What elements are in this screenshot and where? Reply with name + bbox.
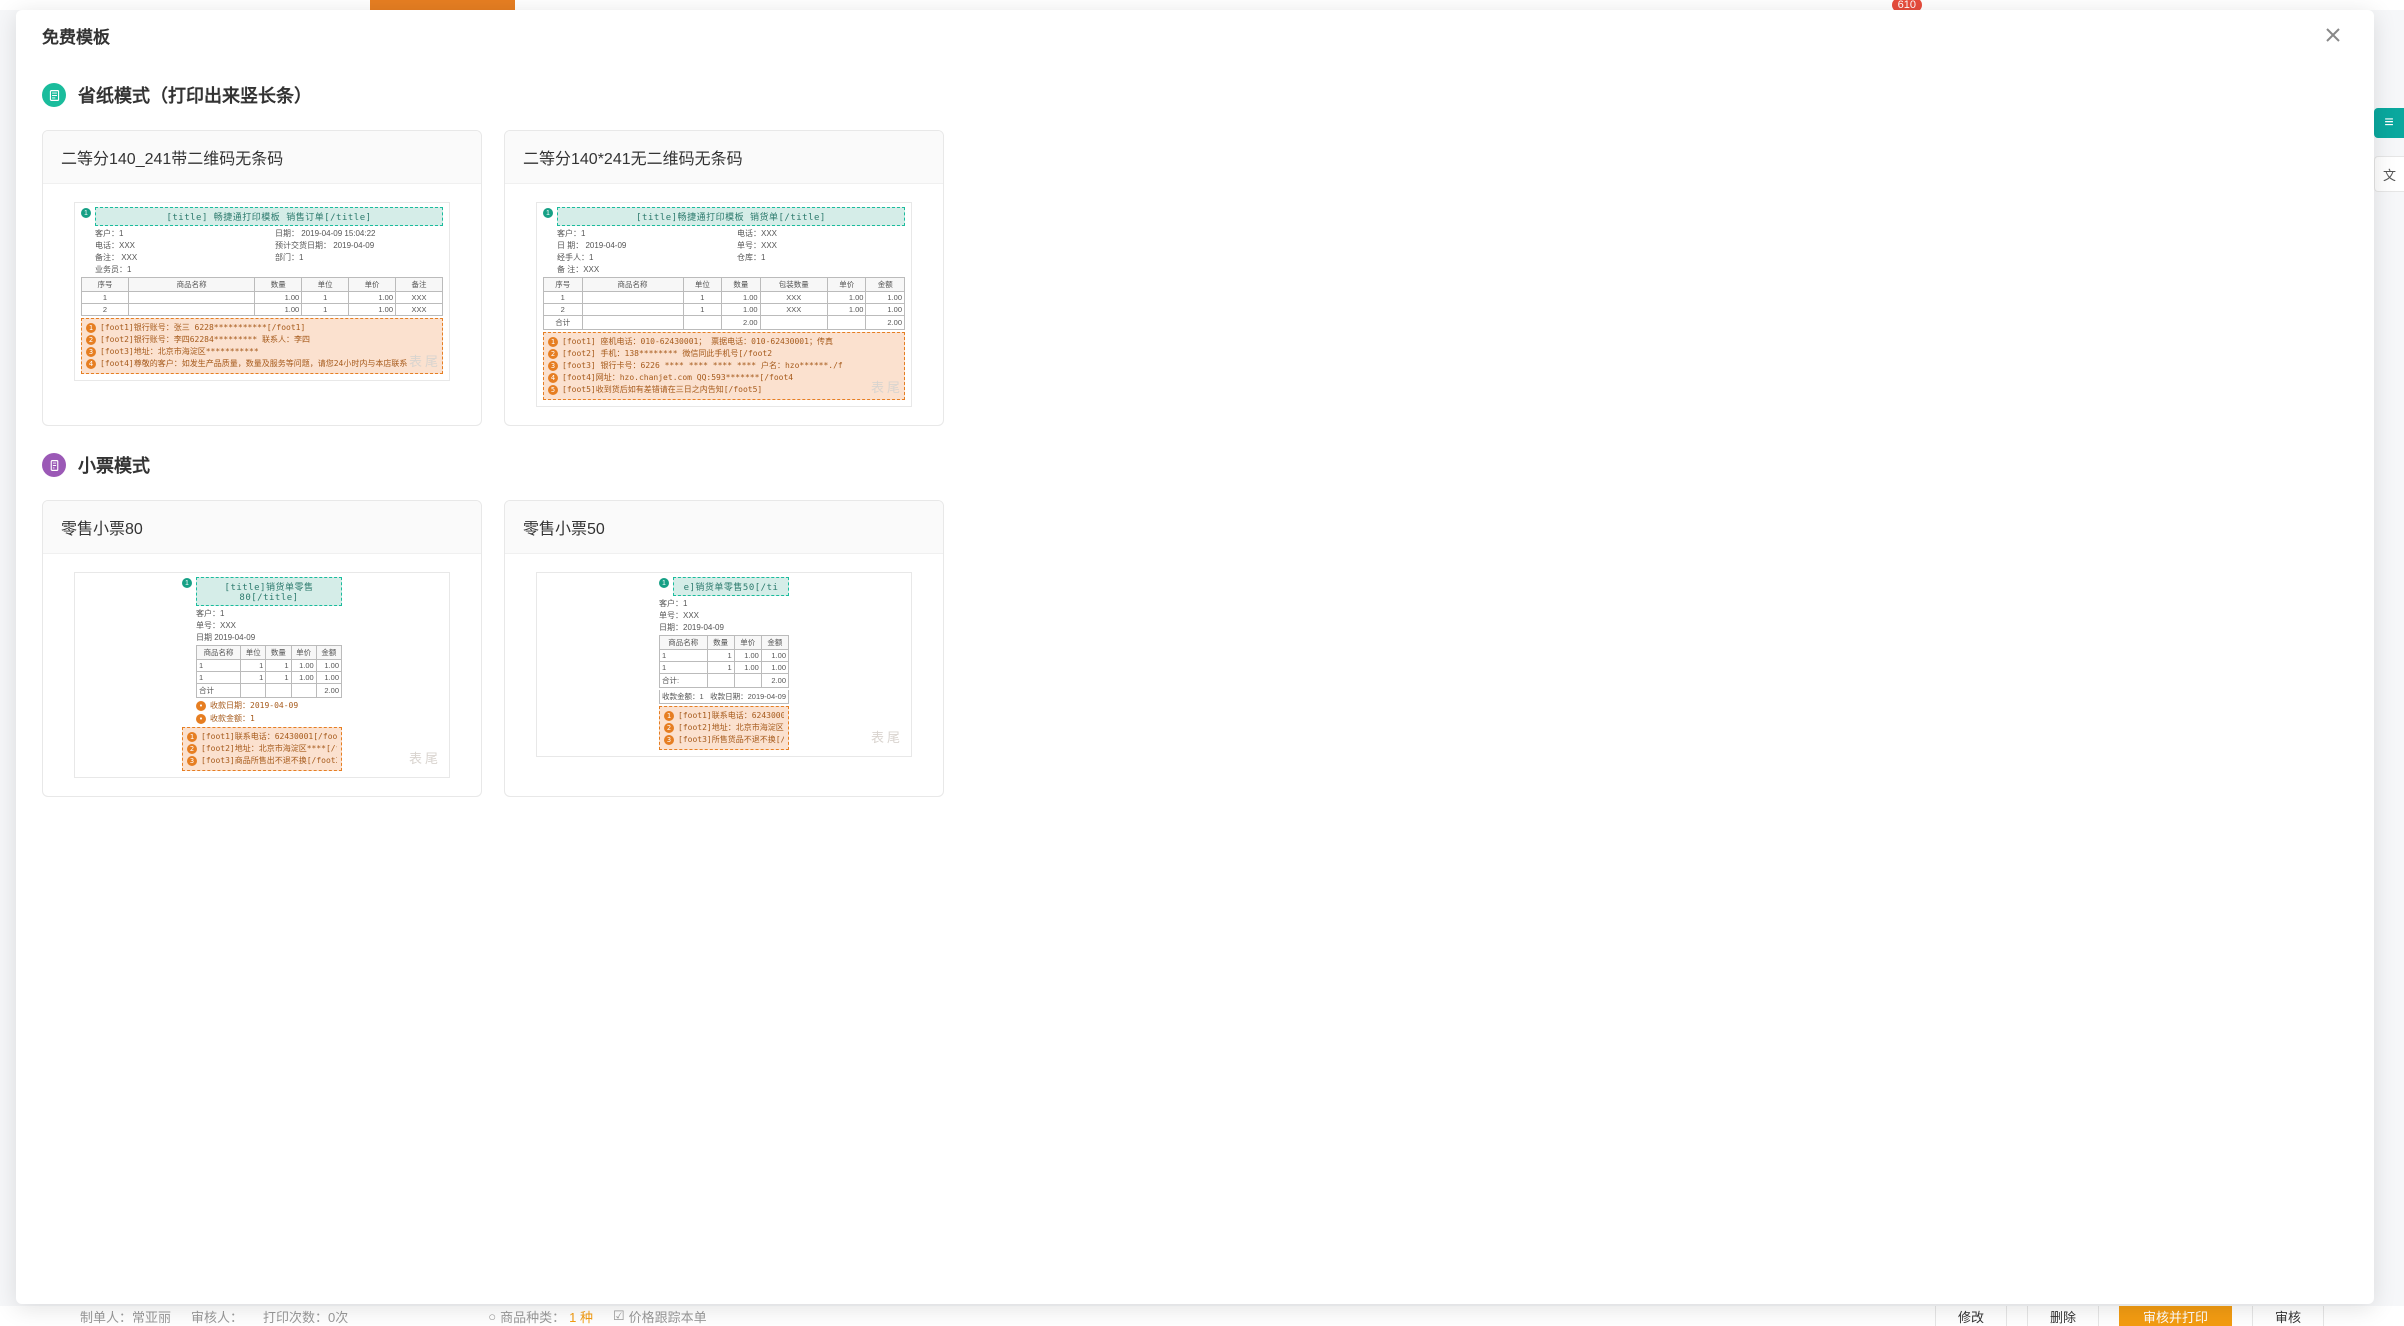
footer-radio[interactable]: ○ 商品种类：1 种 — [488, 1307, 593, 1326]
background-orange-tab — [370, 0, 515, 10]
card-title: 零售小票80 — [43, 501, 481, 554]
preview-watermark: 表尾 — [871, 727, 903, 746]
template-preview: 1 [title] 畅捷通打印模板 销售订单[/title] 客户：1 日期： … — [74, 202, 450, 381]
close-button[interactable] — [2318, 20, 2348, 50]
cards-row: 二等分140_241带二维码无条码 1 [title] 畅捷通打印模板 销售订单… — [42, 130, 2348, 426]
template-card[interactable]: 零售小票50 1 e]销货单零售50[/ti 客户：1 单号：XXX — [504, 500, 944, 797]
template-card[interactable]: 二等分140_241带二维码无条码 1 [title] 畅捷通打印模板 销售订单… — [42, 130, 482, 426]
preview-titlebar: [title] 畅捷通打印模板 销售订单[/title] — [95, 207, 443, 226]
preview-titlebar: [title]畅捷通打印模板 销货单[/title] — [557, 207, 905, 226]
template-preview: 1 e]销货单零售50[/ti 客户：1 单号：XXX 日期：2019-04-0… — [536, 572, 912, 757]
document-icon — [48, 89, 61, 102]
background-top-strip — [0, 0, 2404, 10]
section-icon — [42, 83, 66, 107]
card-body: 1 [title]销货单零售80[/title] 客户：1 单号：XXX 日期 … — [43, 554, 481, 796]
section-paper-saving: 省纸模式（打印出来竖长条） 二等分140_241带二维码无条码 1 [title… — [42, 82, 2348, 426]
footer-text: 打印次数：0次 — [263, 1307, 348, 1326]
preview-meta: 客户：1 日期： 2019-04-09 15:04:22 电话：XXX 预计交货… — [95, 228, 443, 275]
card-body: 1 e]销货单零售50[/ti 客户：1 单号：XXX 日期：2019-04-0… — [505, 554, 943, 775]
card-body: 1 [title]畅捷通打印模板 销货单[/title] 客户：1 电话：XXX… — [505, 184, 943, 425]
template-card[interactable]: 二等分140*241无二维码无条码 1 [title]畅捷通打印模板 销货单[/… — [504, 130, 944, 426]
modal-body[interactable]: 省纸模式（打印出来竖长条） 二等分140_241带二维码无条码 1 [title… — [16, 60, 2374, 1304]
cards-row: 零售小票80 1 [title]销货单零售80[/title] 客户：1 单 — [42, 500, 2348, 797]
section-title: 小票模式 — [78, 452, 150, 478]
preview-marker: 1 — [659, 578, 669, 588]
section-title: 省纸模式（打印出来竖长条） — [78, 82, 312, 108]
preview-table: 商品名称 数量 单价 金额 111.001.00 111.001.00 合计:2… — [659, 635, 789, 688]
side-text-button[interactable]: 文 — [2374, 156, 2404, 192]
modal-title: 免费模板 — [42, 23, 110, 48]
preview-marker: 1 — [182, 578, 192, 588]
section-header: 小票模式 — [42, 452, 2348, 478]
footer-edit-button[interactable]: 修改 — [1935, 1306, 2007, 1326]
close-icon — [2325, 27, 2341, 43]
footer-delete-button[interactable]: 删除 — [2027, 1306, 2099, 1326]
template-card[interactable]: 零售小票80 1 [title]销货单零售80[/title] 客户：1 单 — [42, 500, 482, 797]
footer-checkbox[interactable]: ☑ 价格跟踪本单 — [613, 1307, 707, 1326]
footer-audit-print-button[interactable]: 审核并打印 — [2119, 1306, 2232, 1326]
preview-table: 序号 商品名称 单位 数量 包装数量 单价 金额 111.00XXX1.001.… — [543, 277, 905, 330]
receipt-icon — [48, 459, 61, 472]
footer-text: 制单人：常亚丽 — [80, 1307, 171, 1326]
template-preview: 1 [title]销货单零售80[/title] 客户：1 单号：XXX 日期 … — [74, 572, 450, 778]
preview-table: 商品名称 单位 数量 单价 金额 1111.001.00 1111.001.00… — [196, 645, 342, 698]
card-body: 1 [title] 畅捷通打印模板 销售订单[/title] 客户：1 日期： … — [43, 184, 481, 399]
footer-text: 审核人： — [191, 1307, 243, 1326]
card-title: 二等分140*241无二维码无条码 — [505, 131, 943, 184]
preview-titlebar: e]销货单零售50[/ti — [673, 577, 789, 596]
side-menu-button[interactable]: ≡ — [2374, 108, 2404, 138]
section-icon — [42, 453, 66, 477]
preview-titlebar: [title]销货单零售80[/title] — [196, 577, 342, 606]
card-title: 二等分140_241带二维码无条码 — [43, 131, 481, 184]
free-templates-modal: 免费模板 省纸模式（打印出来竖长条） 二等分140_241带二维码无条码 — [16, 10, 2374, 1304]
template-preview: 1 [title]畅捷通打印模板 销货单[/title] 客户：1 电话：XXX… — [536, 202, 912, 407]
preview-marker: 1 — [81, 208, 91, 218]
section-header: 省纸模式（打印出来竖长条） — [42, 82, 2348, 108]
preview-marker: 1 — [543, 208, 553, 218]
preview-watermark: 表尾 — [409, 748, 441, 767]
section-receipt-mode: 小票模式 零售小票80 1 [title]销货单零售80[/title] — [42, 452, 2348, 797]
preview-meta: 客户：1 电话：XXX 日 期： 2019-04-09 单号：XXX 经手人：1… — [557, 228, 905, 275]
preview-table: 序号 商品名称 数量 单位 单价 备注 11.0011.00XXX 21.001… — [81, 277, 443, 316]
modal-header: 免费模板 — [16, 10, 2374, 60]
card-title: 零售小票50 — [505, 501, 943, 554]
background-footer: 制单人：常亚丽 审核人： 打印次数：0次 ○ 商品种类：1 种 ☑ 价格跟踪本单… — [0, 1306, 2404, 1326]
footer-audit-button[interactable]: 审核 — [2252, 1306, 2324, 1326]
